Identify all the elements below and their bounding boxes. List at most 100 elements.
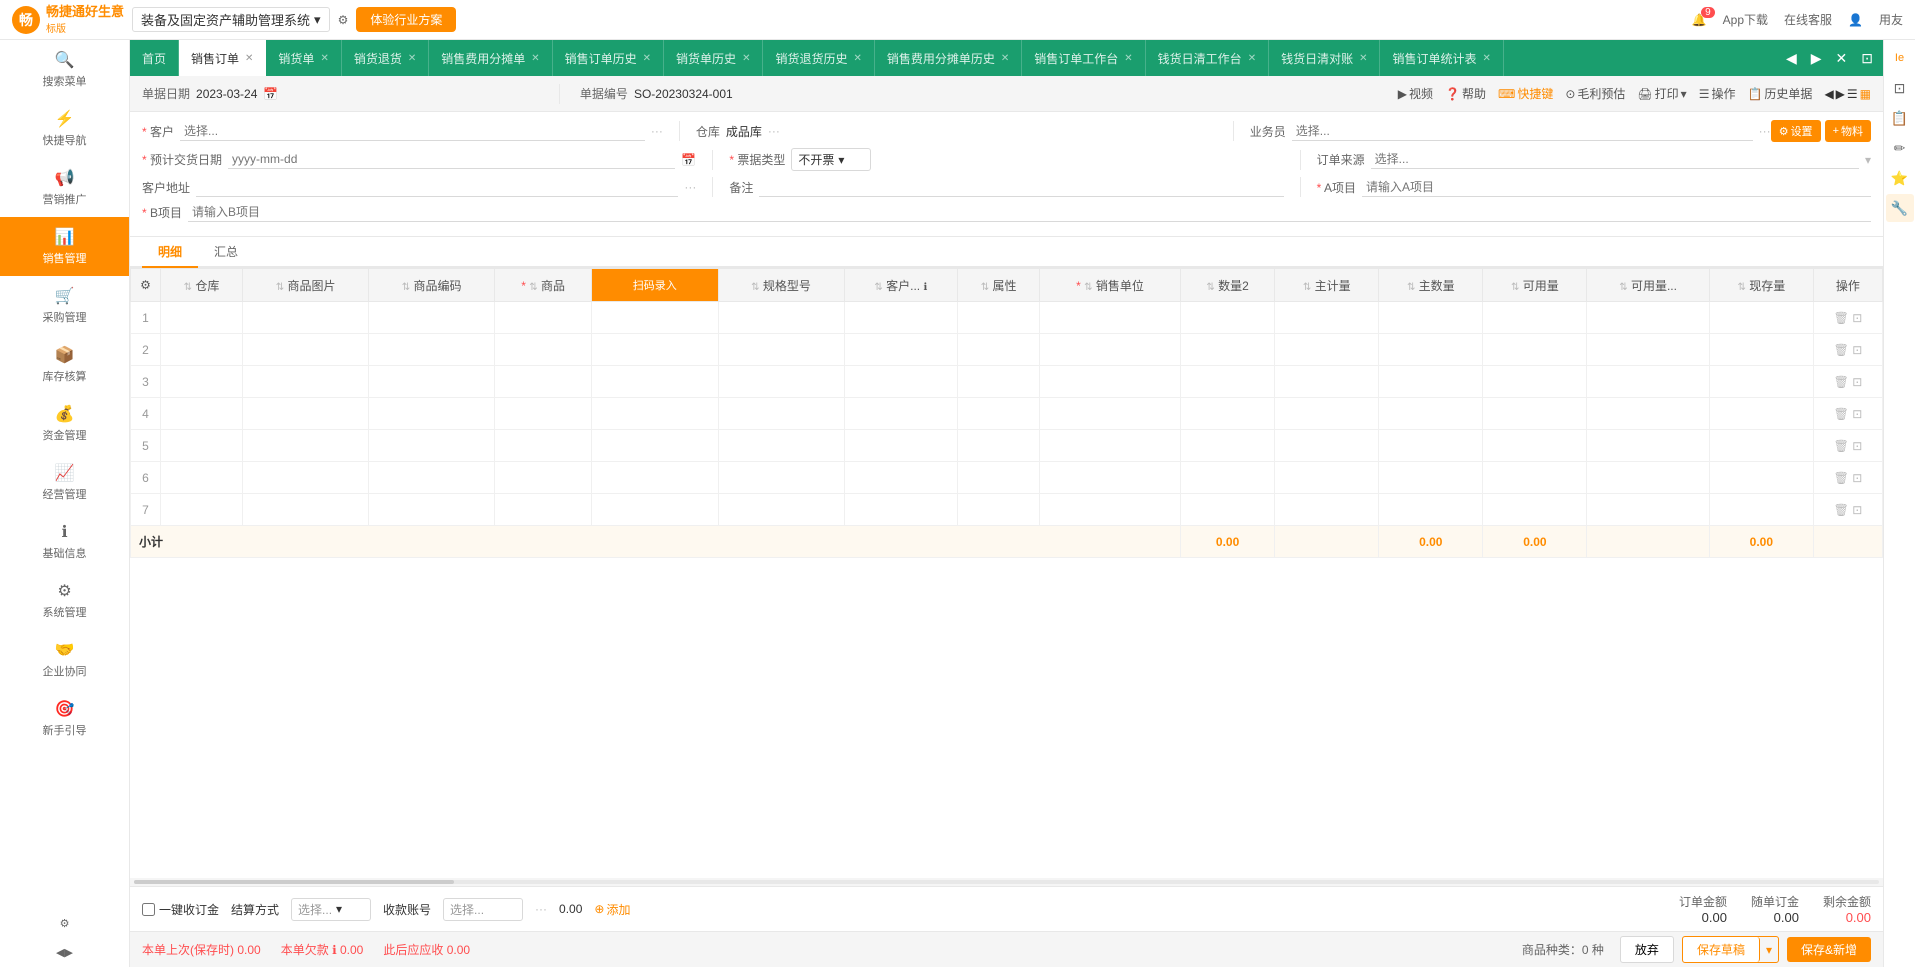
cell-warehouse[interactable] — [161, 462, 243, 494]
delete-icon[interactable]: 🗑 — [1834, 407, 1849, 421]
cell-qty2[interactable] — [1180, 302, 1274, 334]
save-draft-button[interactable]: 保存草稿 — [1683, 937, 1760, 962]
address-more-icon[interactable]: ··· — [684, 180, 696, 194]
tab-close-icon[interactable]: ✕ — [408, 53, 416, 64]
delete-icon[interactable]: 🗑 — [1834, 439, 1849, 453]
history-btn[interactable]: 📋 历史单据 — [1747, 85, 1812, 102]
add-item-button[interactable]: + 物料 — [1825, 120, 1871, 142]
col-main-unit[interactable]: ⇅ 主计量 — [1275, 269, 1379, 302]
sidebar-settings-btn[interactable]: ⚙ — [0, 909, 129, 938]
cell-customer-code[interactable] — [844, 494, 958, 526]
sidebar-item-enterprise[interactable]: 🤝 企业协同 — [0, 630, 129, 689]
cell-main-unit[interactable] — [1275, 302, 1379, 334]
cell-product[interactable] — [495, 398, 592, 430]
cell-main-qty[interactable] — [1379, 366, 1483, 398]
tab-expense-history[interactable]: 销售费用分摊单历史 ✕ — [875, 40, 1022, 76]
tab-maximize-btn[interactable]: ⊡ — [1855, 50, 1879, 67]
cell-stock[interactable] — [1709, 494, 1813, 526]
delete-icon[interactable]: 🗑 — [1834, 311, 1849, 325]
cell-stock[interactable] — [1709, 430, 1813, 462]
tab-expense-split[interactable]: 销售费用分摊单 ✕ — [429, 40, 552, 76]
cell-product[interactable] — [495, 430, 592, 462]
cell-stock[interactable] — [1709, 462, 1813, 494]
cell-available[interactable] — [1483, 302, 1587, 334]
cell-attribute[interactable] — [958, 430, 1040, 462]
cell-code[interactable] — [369, 398, 495, 430]
notification-bell[interactable]: 🔔9 — [1692, 13, 1707, 27]
cell-customer-code[interactable] — [844, 334, 958, 366]
cell-available[interactable] — [1483, 334, 1587, 366]
amount-dots[interactable]: ··· — [535, 902, 547, 916]
tab-return-history[interactable]: 销货退货历史 ✕ — [763, 40, 874, 76]
cell-unit[interactable] — [1040, 302, 1181, 334]
col-unit[interactable]: ⇅ 销售单位 — [1040, 269, 1181, 302]
tab-close-icon[interactable]: ✕ — [245, 53, 253, 64]
solution-button[interactable]: 体验行业方案 — [356, 7, 456, 32]
col-attribute[interactable]: ⇅ 属性 — [958, 269, 1040, 302]
cell-unit[interactable] — [1040, 398, 1181, 430]
cell-attribute[interactable] — [958, 398, 1040, 430]
right-panel-btn-6[interactable]: 🔧 — [1886, 194, 1914, 222]
tab-close-all-btn[interactable]: ✕ — [1830, 50, 1854, 67]
cell-img[interactable] — [243, 398, 369, 430]
page-prev-icon[interactable]: ◀ — [1824, 87, 1833, 101]
cell-available2[interactable] — [1587, 302, 1709, 334]
cell-stock[interactable] — [1709, 334, 1813, 366]
cell-code[interactable] — [369, 334, 495, 366]
col-scan[interactable]: 扫码录入 — [591, 269, 718, 302]
cell-product[interactable] — [495, 462, 592, 494]
tab-close-icon[interactable]: ✕ — [1359, 53, 1367, 64]
sidebar-item-search[interactable]: 🔍 搜索菜单 — [0, 40, 129, 99]
delivery-date-input[interactable] — [228, 150, 675, 169]
col-available2[interactable]: ⇅ 可用量... — [1587, 269, 1709, 302]
sidebar-item-basic-info[interactable]: ℹ 基础信息 — [0, 512, 129, 571]
tab-close-icon[interactable]: ✕ — [320, 53, 328, 64]
tab-summary[interactable]: 汇总 — [198, 237, 254, 268]
cell-available[interactable] — [1483, 494, 1587, 526]
cell-unit[interactable] — [1040, 334, 1181, 366]
cell-attribute[interactable] — [958, 462, 1040, 494]
cell-spec[interactable] — [718, 494, 844, 526]
cell-spec[interactable] — [718, 462, 844, 494]
user-name[interactable]: 用友 — [1879, 11, 1903, 28]
shortcut-btn[interactable]: ⌨ 快捷键 — [1498, 85, 1553, 102]
cell-img[interactable] — [243, 430, 369, 462]
tab-bill-history[interactable]: 销货单历史 ✕ — [664, 40, 763, 76]
cell-unit[interactable] — [1040, 462, 1181, 494]
customer-input[interactable] — [180, 122, 645, 141]
help-btn[interactable]: ❓ 帮助 — [1445, 85, 1486, 102]
scan-btn[interactable]: 扫码录入 — [625, 275, 685, 295]
copy-icon[interactable]: ⊡ — [1852, 503, 1862, 517]
cell-attribute[interactable] — [958, 366, 1040, 398]
app-download-link[interactable]: App下载 — [1723, 11, 1768, 28]
a-project-input[interactable] — [1362, 178, 1871, 197]
tab-next-btn[interactable]: ▶ — [1805, 50, 1828, 67]
remark-input[interactable] — [759, 178, 1283, 197]
cell-main-unit[interactable] — [1275, 462, 1379, 494]
print-btn[interactable]: 🖨 打印 ▾ — [1637, 85, 1686, 102]
cell-product[interactable] — [495, 366, 592, 398]
sidebar-item-operations[interactable]: 📈 经营管理 — [0, 453, 129, 512]
col-img[interactable]: ⇅ 商品图片 — [243, 269, 369, 302]
cell-code[interactable] — [369, 302, 495, 334]
add-payment-btn[interactable]: ⊕ 添加 — [594, 901, 630, 918]
delete-icon[interactable]: 🗑 — [1834, 375, 1849, 389]
list-view-icon[interactable]: ☰ — [1847, 87, 1858, 101]
col-stock[interactable]: ⇅ 现存量 — [1709, 269, 1813, 302]
cell-customer-code[interactable] — [844, 398, 958, 430]
tab-close-icon[interactable]: ✕ — [1001, 53, 1009, 64]
cell-spec[interactable] — [718, 430, 844, 462]
right-panel-btn-4[interactable]: ✏ — [1886, 134, 1914, 162]
cell-warehouse[interactable] — [161, 494, 243, 526]
sidebar-item-quicknav[interactable]: ⚡ 快捷导航 — [0, 99, 129, 158]
save-new-button[interactable]: 保存&新增 — [1787, 937, 1871, 962]
cell-img[interactable] — [243, 366, 369, 398]
warehouse-more-icon[interactable]: ··· — [768, 124, 780, 138]
cell-img[interactable] — [243, 334, 369, 366]
right-panel-btn-2[interactable]: ⊡ — [1886, 74, 1914, 102]
tab-cash-workbench[interactable]: 钱货日清工作台 ✕ — [1146, 40, 1269, 76]
cell-available2[interactable] — [1587, 366, 1709, 398]
tab-close-icon[interactable]: ✕ — [531, 53, 539, 64]
cell-main-qty[interactable] — [1379, 430, 1483, 462]
operation-btn[interactable]: ☰ 操作 — [1699, 85, 1736, 102]
